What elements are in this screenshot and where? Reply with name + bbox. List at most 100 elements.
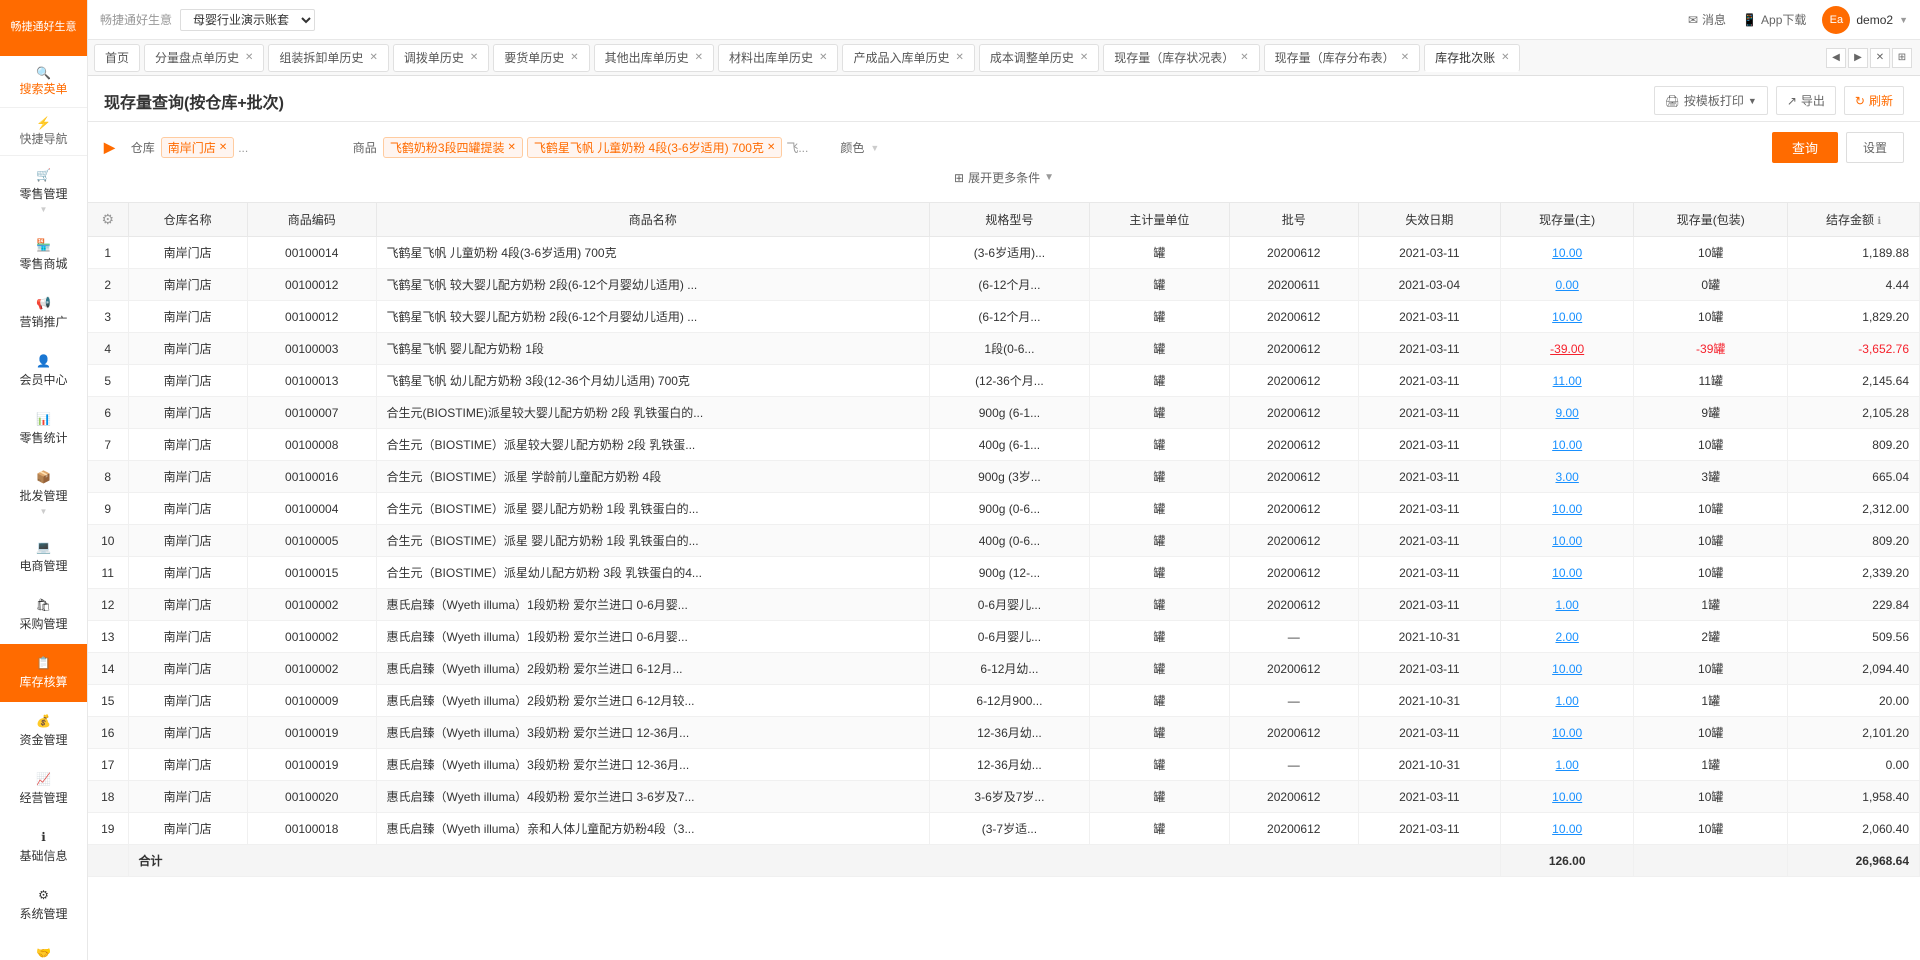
cell-qty-main[interactable]: 1.00 (1501, 685, 1634, 717)
sidebar-item-purchase[interactable]: 🛍 采购管理 (0, 586, 87, 644)
qty-main-link[interactable]: 1.00 (1555, 598, 1578, 612)
tab-history6[interactable]: 材料出库单历史 ✕ (718, 44, 838, 72)
tab-close-icon[interactable]: ✕ (1240, 52, 1248, 63)
sidebar-item-retailshop[interactable]: 🏪 零售商城 (0, 226, 87, 284)
tab-inventory-status[interactable]: 现存量（库存状况表） ✕ (1103, 44, 1259, 72)
cell-qty-main[interactable]: 10.00 (1501, 493, 1634, 525)
sidebar-item-retailstat[interactable]: 📊 零售统计 (0, 400, 87, 458)
filter-expand-button[interactable]: ▶ (104, 139, 115, 156)
th-setting[interactable]: ⚙ (88, 203, 128, 237)
qty-main-link[interactable]: 10.00 (1552, 310, 1582, 324)
product-more[interactable]: 飞... (786, 139, 808, 156)
tab-history3[interactable]: 调拨单历史 ✕ (393, 44, 489, 72)
tab-close-icon[interactable]: ✕ (695, 52, 703, 63)
qty-main-link[interactable]: 1.00 (1555, 758, 1578, 772)
warehouse-tag[interactable]: 南岸门店 ✕ (161, 137, 234, 158)
tab-close-all-button[interactable]: ✕ (1870, 48, 1890, 68)
cell-qty-main[interactable]: 1.00 (1501, 589, 1634, 621)
tab-close-icon[interactable]: ✕ (1501, 52, 1509, 63)
sidebar-item-marketing[interactable]: 📢 营销推广 (0, 284, 87, 342)
product-tag-1[interactable]: 飞鹤奶粉3段四罐提装 ✕ (383, 137, 523, 158)
sidebar-item-ecom[interactable]: 💻 电商管理 (0, 528, 87, 586)
tab-close-icon[interactable]: ✕ (245, 52, 253, 63)
sidebar-item-wholesale[interactable]: 📦 批发管理 ▼ (0, 458, 87, 528)
tab-history4[interactable]: 要货单历史 ✕ (493, 44, 589, 72)
cell-qty-main[interactable]: 2.00 (1501, 621, 1634, 653)
cell-qty-main[interactable]: 3.00 (1501, 461, 1634, 493)
cell-qty-main[interactable]: 10.00 (1501, 301, 1634, 333)
tab-expand-button[interactable]: ⊞ (1892, 48, 1912, 68)
qty-main-link[interactable]: 10.00 (1552, 438, 1582, 452)
app-download-button[interactable]: 📱 App下载 (1742, 11, 1806, 28)
qty-main-link[interactable]: 0.00 (1555, 278, 1578, 292)
query-button[interactable]: 查询 (1772, 132, 1838, 163)
refresh-button[interactable]: ↻ 刷新 (1844, 86, 1904, 115)
qty-main-link[interactable]: -39.00 (1550, 342, 1584, 356)
qty-main-link[interactable]: 10.00 (1552, 534, 1582, 548)
setting-gear-icon[interactable]: ⚙ (101, 211, 114, 227)
warehouse-more[interactable]: ... (238, 141, 248, 155)
qty-main-link[interactable]: 2.00 (1555, 630, 1578, 644)
cell-qty-main[interactable]: 0.00 (1501, 269, 1634, 301)
tab-close-icon[interactable]: ✕ (819, 52, 827, 63)
tab-home[interactable]: 首页 (94, 44, 140, 72)
cell-qty-main[interactable]: 10.00 (1501, 557, 1634, 589)
tab-close-icon[interactable]: ✕ (369, 52, 377, 63)
info-icon[interactable]: ℹ (1877, 216, 1881, 227)
tag-close-icon[interactable]: ✕ (767, 142, 775, 153)
cell-qty-main[interactable]: 10.00 (1501, 237, 1634, 269)
tab-history8[interactable]: 成本调整单历史 ✕ (979, 44, 1099, 72)
tab-close-icon[interactable]: ✕ (1401, 52, 1409, 63)
qty-main-link[interactable]: 9.00 (1555, 406, 1578, 420)
cell-qty-main[interactable]: 10.00 (1501, 525, 1634, 557)
tab-close-icon[interactable]: ✕ (1080, 52, 1088, 63)
qty-main-link[interactable]: 11.00 (1553, 374, 1582, 388)
qty-main-link[interactable]: 10.00 (1552, 790, 1582, 804)
tab-close-icon[interactable]: ✕ (570, 52, 578, 63)
sidebar-item-system[interactable]: ⚙ 系统管理 (0, 876, 87, 934)
cell-qty-main[interactable]: 1.00 (1501, 749, 1634, 781)
account-select[interactable]: 母婴行业演示账套 (180, 9, 315, 31)
qty-main-link[interactable]: 3.00 (1555, 470, 1578, 484)
cell-qty-main[interactable]: 10.00 (1501, 781, 1634, 813)
cell-qty-main[interactable]: 10.00 (1501, 813, 1634, 845)
cell-qty-main[interactable]: 9.00 (1501, 397, 1634, 429)
user-menu[interactable]: Ea demo2 ▼ (1822, 6, 1908, 34)
qty-main-link[interactable]: 10.00 (1552, 246, 1582, 260)
sidebar-item-retail[interactable]: 🛒 零售管理 ▼ (0, 156, 87, 226)
sidebar-item-member[interactable]: 👤 会员中心 (0, 342, 87, 400)
message-button[interactable]: ✉ 消息 (1688, 11, 1726, 28)
print-button[interactable]: 🖨 按模板打印 ▼ (1654, 86, 1768, 115)
export-button[interactable]: ↗ 导出 (1776, 86, 1836, 115)
tab-history7[interactable]: 产成品入库单历史 ✕ (842, 44, 974, 72)
qty-main-link[interactable]: 10.00 (1552, 662, 1582, 676)
tab-next-button[interactable]: ▶ (1848, 48, 1868, 68)
sidebar-item-finance[interactable]: 💰 资金管理 (0, 702, 87, 760)
tab-prev-button[interactable]: ◀ (1826, 48, 1846, 68)
cell-qty-main[interactable]: 10.00 (1501, 429, 1634, 461)
qty-main-link[interactable]: 10.00 (1552, 822, 1582, 836)
tab-inventory-dist[interactable]: 现存量（库存分布表） ✕ (1264, 44, 1420, 72)
tab-history1[interactable]: 分量盘点单历史 ✕ (144, 44, 264, 72)
sidebar-item-search[interactable]: 🔍 搜索英单 (0, 56, 87, 108)
tab-inventory-batch[interactable]: 库存批次账 ✕ (1424, 44, 1520, 72)
cell-qty-main[interactable]: 10.00 (1501, 653, 1634, 685)
product-tag-2[interactable]: 飞鹤星飞帆 儿童奶粉 4段(3-6岁适用) 700克 ✕ (527, 137, 782, 158)
expand-more-conditions[interactable]: ⊞ 展开更多条件 ▼ (104, 163, 1904, 192)
qty-main-link[interactable]: 1.00 (1555, 694, 1578, 708)
sidebar-item-collab[interactable]: 🤝 企业协同 (0, 934, 87, 960)
qty-main-link[interactable]: 10.00 (1552, 566, 1582, 580)
tab-close-icon[interactable]: ✕ (470, 52, 478, 63)
sidebar-item-base[interactable]: ℹ 基础信息 (0, 818, 87, 876)
tab-close-icon[interactable]: ✕ (955, 52, 963, 63)
cell-qty-main[interactable]: 10.00 (1501, 717, 1634, 749)
cell-qty-main[interactable]: -39.00 (1501, 333, 1634, 365)
tab-history2[interactable]: 组装拆卸单历史 ✕ (268, 44, 388, 72)
tag-close-icon[interactable]: ✕ (508, 142, 516, 153)
settings-button[interactable]: 设置 (1846, 132, 1904, 163)
sidebar-item-quicknav[interactable]: ⚡ 快捷导航 (0, 108, 87, 156)
tab-history5[interactable]: 其他出库单历史 ✕ (594, 44, 714, 72)
sidebar-item-inventory[interactable]: 📋 库存核算 (0, 644, 87, 702)
qty-main-link[interactable]: 10.00 (1552, 726, 1582, 740)
sidebar-item-operation[interactable]: 📈 经营管理 (0, 760, 87, 818)
